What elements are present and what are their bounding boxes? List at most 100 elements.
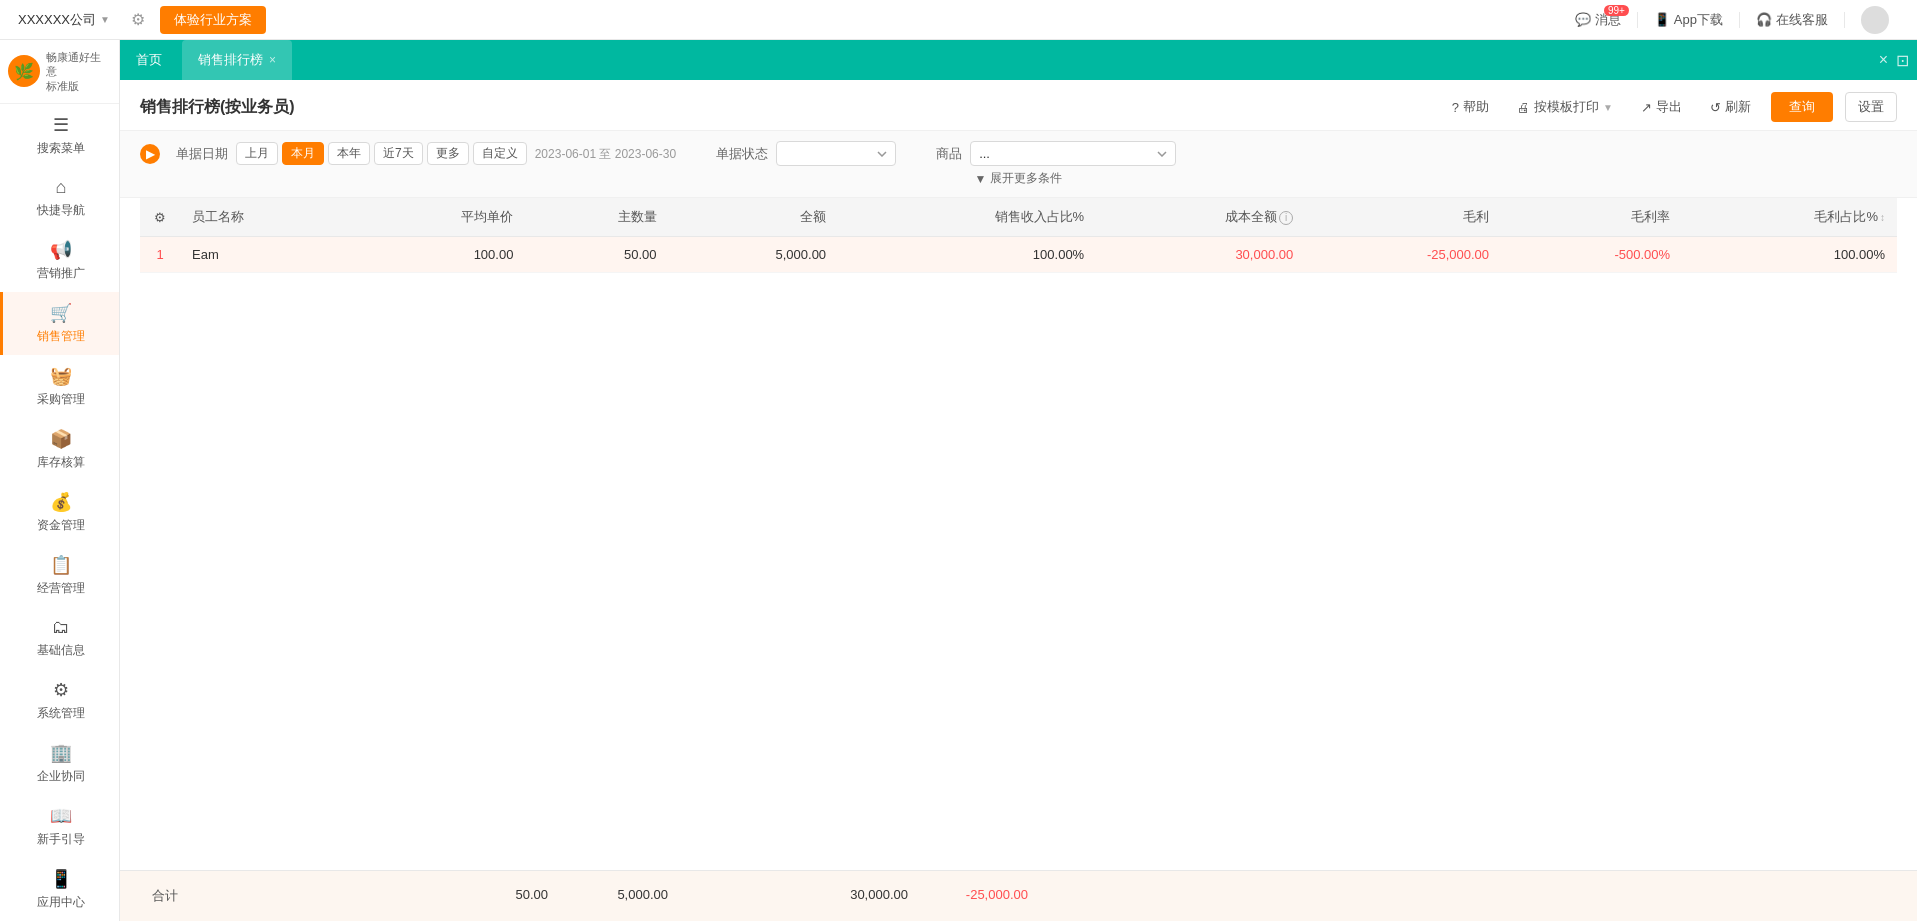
expand-label: 展开更多条件 [990,170,1062,187]
sidebar-label-purchase: 采购管理 [37,391,85,408]
messages-button[interactable]: 💬 消息 99+ [1575,11,1621,29]
date-btn-本年[interactable]: 本年 [328,142,370,165]
cost-info-icon[interactable]: i [1279,211,1293,225]
filter-collapse-arrow[interactable]: ▶ [140,144,160,164]
footer-total-label: 合计 [152,888,178,903]
print-arrow: ▼ [1603,102,1613,113]
sidebar-label-operations: 经营管理 [37,580,85,597]
goods-input[interactable] [970,141,1176,166]
cell-amount: 5,000.00 [669,237,839,273]
tab-close-icon[interactable]: × [269,53,276,67]
sidebar-icon-sales: 🛒 [50,302,72,324]
sidebar-item-finance[interactable]: 💰资金管理 [0,481,119,544]
print-button[interactable]: 🖨 按模板打印 ▼ [1509,94,1621,120]
cell-sales-pct: 100.00% [838,237,1096,273]
print-label: 按模板打印 [1534,98,1599,116]
sort-icon: ↕ [1880,212,1885,223]
footer-label: 合计 [140,881,360,911]
settings-button[interactable]: 设置 [1845,92,1897,122]
date-btn-上月[interactable]: 上月 [236,142,278,165]
top-right-area: 💬 消息 99+ 📱 App下载 🎧 在线客服 [1575,6,1905,34]
goods-filter: 商品 [936,141,1176,166]
footer-profit-rate [1040,881,1160,911]
settings-icon[interactable]: ⚙ [124,6,152,34]
col-name: 员工名称 [180,198,353,237]
footer-main-qty: 50.00 [460,881,560,911]
page-header: 销售排行榜(按业务员) ? 帮助 🖨 按模板打印 ▼ ↗ 导出 [120,80,1917,131]
tab-bar: 首页 销售排行榜 × × ⊡ [120,40,1917,80]
tab-home[interactable]: 首页 [120,40,178,80]
sidebar-label-app-center: 应用中心 [37,894,85,911]
table-area: ⚙ 员工名称 平均单价 主数量 全额 销售收入占比% 成本全额i 毛利 毛利率 [120,198,1917,870]
sidebar-item-purchase[interactable]: 🧺 采购管理 [0,355,119,418]
sidebar-item-basic-info[interactable]: 🗂基础信息 [0,607,119,669]
expand-row: ▼ 展开更多条件 [140,166,1897,187]
sidebar-item-sales[interactable]: 🛒销售管理 [0,292,119,355]
col-main-qty: 主数量 [525,198,668,237]
date-btn-更多[interactable]: 更多 [427,142,469,165]
date-btn-自定义[interactable]: 自定义 [473,142,527,165]
status-label: 单据状态 [716,145,768,163]
sidebar-item-guide[interactable]: 📖新手引导 [0,795,119,858]
sidebar-label-quick-nav: 快捷导航 [37,202,85,219]
avatar[interactable] [1861,6,1889,34]
online-service-button[interactable]: 🎧 在线客服 [1756,11,1828,29]
window-close-button[interactable]: × [1879,51,1888,69]
date-btn-本月[interactable]: 本月 [282,142,324,165]
table-header: ⚙ 员工名称 平均单价 主数量 全额 销售收入占比% 成本全额i 毛利 毛利率 [140,198,1897,237]
company-selector[interactable]: XXXXXX公司 ▼ [12,9,116,31]
expand-down-icon: ▼ [975,172,987,186]
print-icon: 🖨 [1517,100,1530,115]
sidebar-item-app-center[interactable]: 📱应用中心 [0,858,119,921]
sidebar-label-inventory: 库存核算 [37,454,85,471]
page-content: 销售排行榜(按业务员) ? 帮助 🖨 按模板打印 ▼ ↗ 导出 [120,80,1917,921]
sidebar-item-operations[interactable]: 📋经营管理 [0,544,119,607]
page-actions: ? 帮助 🖨 按模板打印 ▼ ↗ 导出 ↺ 刷新 [1444,92,1897,122]
sidebar-icon-purchase: 🧺 [50,365,72,387]
refresh-label: 刷新 [1725,98,1751,116]
cell-main-qty: 50.00 [525,237,668,273]
sidebar-label-guide: 新手引导 [37,831,85,848]
expand-button[interactable]: ▼ 展开更多条件 [975,170,1063,187]
query-button[interactable]: 查询 [1771,92,1833,122]
message-badge: 99+ [1604,5,1629,16]
export-button[interactable]: ↗ 导出 [1633,94,1690,120]
date-label: 单据日期 [176,145,228,163]
chevron-down-icon: ▼ [100,14,110,25]
sidebar-item-search-order[interactable]: ☰搜索菜单 [0,104,119,167]
date-btn-近7天[interactable]: 近7天 [374,142,423,165]
cell-cost: 30,000.00 [1096,237,1305,273]
col-avg-price: 平均单价 [353,198,526,237]
help-icon: ? [1452,100,1459,115]
sidebar-item-quick-nav[interactable]: ⌂快捷导航 [0,167,119,229]
sidebar: 🌿 畅康通好生意 标准版 ☰搜索菜单⌂快捷导航📢营销推广🛒销售管理🧺采购管理📦库… [0,40,120,921]
sidebar-icon-search-order: ☰ [53,114,69,136]
sidebar-item-inventory[interactable]: 📦库存核算 [0,418,119,481]
sidebar-item-marketing[interactable]: 📢营销推广 [0,229,119,292]
col-profit: 毛利 [1305,198,1501,237]
sidebar-item-system[interactable]: ⚙系统管理 [0,669,119,732]
phone-icon: 📱 [1654,12,1670,27]
logo-line1: 畅康通好生意 [46,50,111,79]
cell-profit-pct: 100.00% [1682,237,1897,273]
window-restore-button[interactable]: ⊡ [1896,51,1909,70]
col-profit-pct: 毛利占比%↕ [1682,198,1897,237]
table-footer: 合计 50.00 5,000.00 30,000.00 -25,000.00 [120,870,1917,921]
sidebar-label-basic-info: 基础信息 [37,642,85,659]
refresh-button[interactable]: ↺ 刷新 [1702,94,1759,120]
app-download-button[interactable]: 📱 App下载 [1654,11,1723,29]
tab-sales-ranking[interactable]: 销售排行榜 × [182,40,292,80]
goods-label: 商品 [936,145,962,163]
sidebar-icon-enterprise: 🏢 [50,742,72,764]
sidebar-icon-marketing: 📢 [50,239,72,261]
status-select[interactable] [776,141,896,166]
industry-button[interactable]: 体验行业方案 [160,6,266,34]
sidebar-item-enterprise[interactable]: 🏢 企业协同 [0,732,119,795]
sidebar-label-enterprise: 企业协同 [37,768,85,785]
sidebar-icon-finance: 💰 [50,491,72,513]
divider3 [1844,12,1845,28]
sidebar-icon-system: ⚙ [53,679,69,701]
help-button[interactable]: ? 帮助 [1444,94,1497,120]
col-settings[interactable]: ⚙ [140,198,180,237]
table-row: 1 Eam 100.00 50.00 5,000.00 100.00% 30,0… [140,237,1897,273]
